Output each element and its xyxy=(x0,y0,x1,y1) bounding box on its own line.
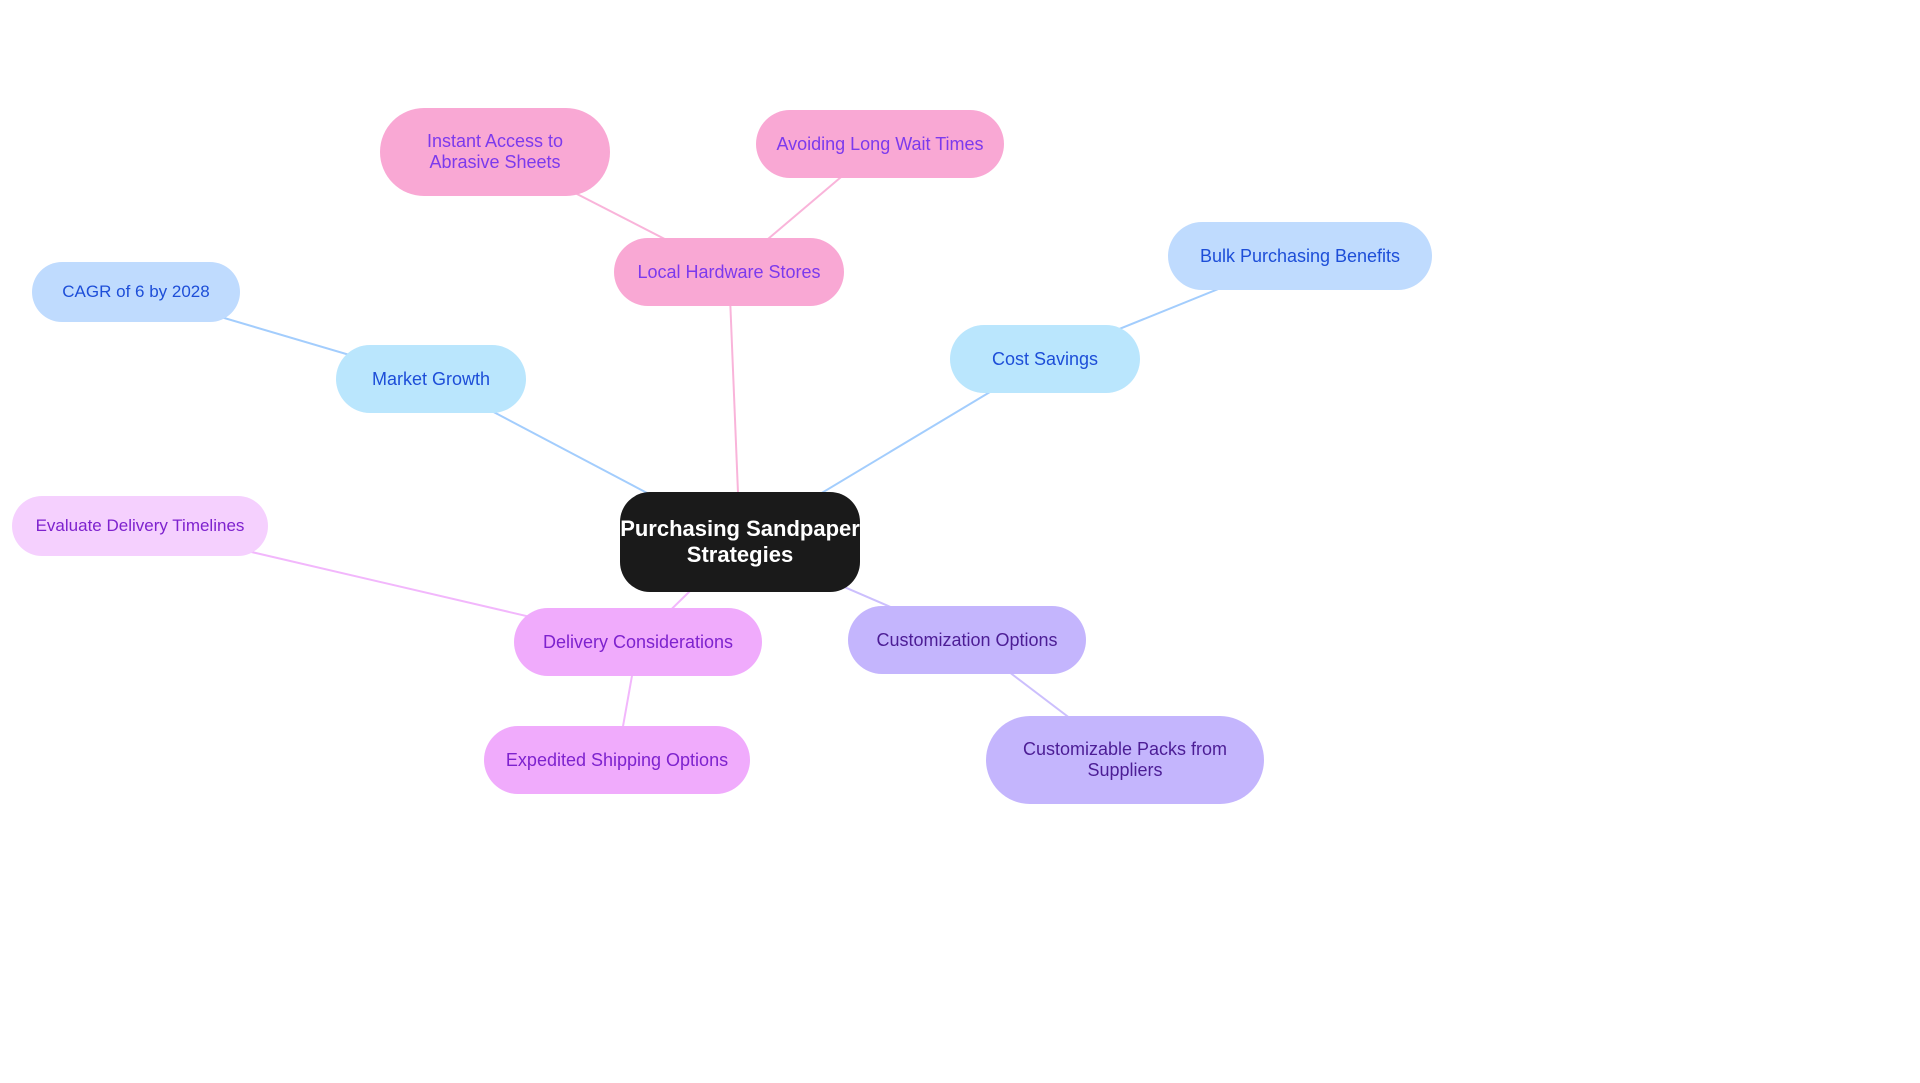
delivery-considerations-label: Delivery Considerations xyxy=(543,632,733,653)
local-hardware-node[interactable]: Local Hardware Stores xyxy=(614,238,844,306)
evaluate-delivery-label: Evaluate Delivery Timelines xyxy=(36,516,245,536)
avoiding-wait-label: Avoiding Long Wait Times xyxy=(776,134,983,155)
cagr-node[interactable]: CAGR of 6 by 2028 xyxy=(32,262,240,322)
expedited-shipping-label: Expedited Shipping Options xyxy=(506,750,728,771)
center-node-label: Purchasing Sandpaper Strategies xyxy=(620,516,860,568)
customization-options-label: Customization Options xyxy=(876,630,1057,651)
instant-access-node[interactable]: Instant Access to Abrasive Sheets xyxy=(380,108,610,196)
bulk-purchasing-label: Bulk Purchasing Benefits xyxy=(1200,246,1400,267)
customizable-packs-label: Customizable Packs from Suppliers xyxy=(1010,739,1240,781)
market-growth-label: Market Growth xyxy=(372,369,490,390)
instant-access-label: Instant Access to Abrasive Sheets xyxy=(400,131,590,173)
customization-options-node[interactable]: Customization Options xyxy=(848,606,1086,674)
bulk-purchasing-node[interactable]: Bulk Purchasing Benefits xyxy=(1168,222,1432,290)
cost-savings-node[interactable]: Cost Savings xyxy=(950,325,1140,393)
market-growth-node[interactable]: Market Growth xyxy=(336,345,526,413)
expedited-shipping-node[interactable]: Expedited Shipping Options xyxy=(484,726,750,794)
local-hardware-label: Local Hardware Stores xyxy=(637,262,820,283)
avoiding-wait-node[interactable]: Avoiding Long Wait Times xyxy=(756,110,1004,178)
evaluate-delivery-node[interactable]: Evaluate Delivery Timelines xyxy=(12,496,268,556)
center-node[interactable]: Purchasing Sandpaper Strategies xyxy=(620,492,860,592)
customizable-packs-node[interactable]: Customizable Packs from Suppliers xyxy=(986,716,1264,804)
cagr-label: CAGR of 6 by 2028 xyxy=(62,282,209,302)
cost-savings-label: Cost Savings xyxy=(992,349,1098,370)
delivery-considerations-node[interactable]: Delivery Considerations xyxy=(514,608,762,676)
